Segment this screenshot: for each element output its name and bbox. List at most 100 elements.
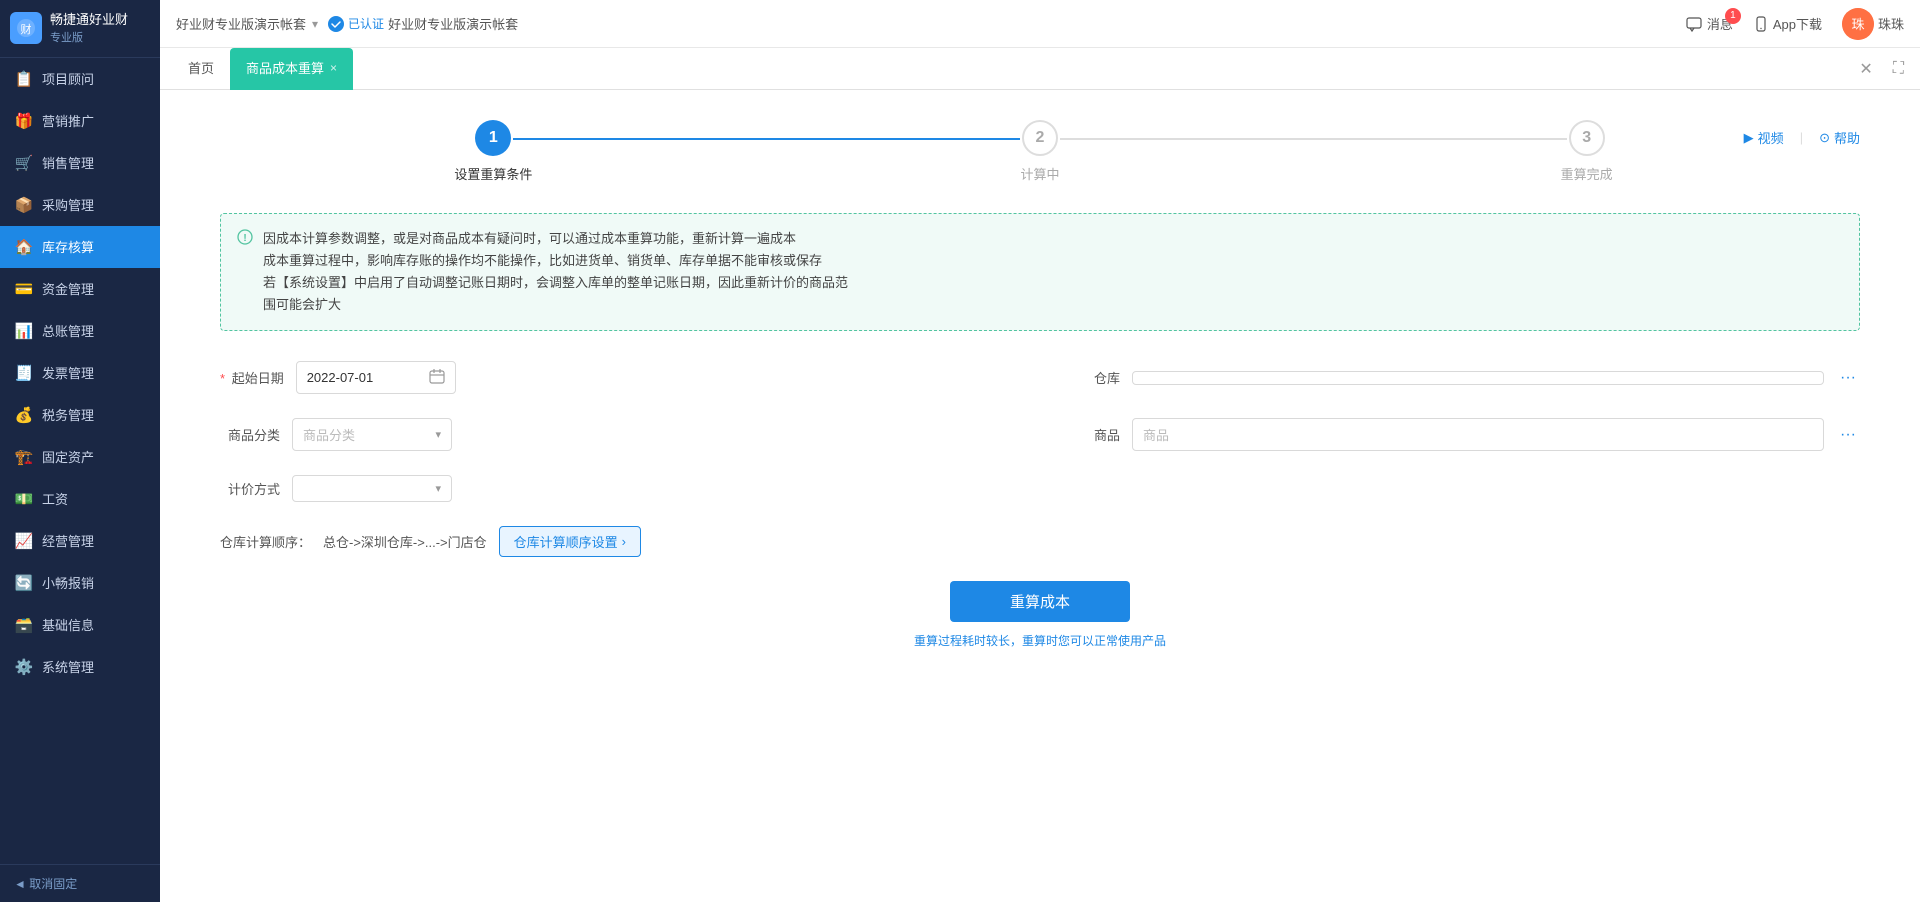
form-row-1: * 起始日期 2022-07-01 仓库 ··· — [220, 361, 1860, 394]
main-area: 好业财专业版演示帐套 ▾ 已认证 好业财专业版演示帐套 消息 1 App下载 — [160, 0, 1920, 902]
step-1-label: 设置重算条件 — [454, 164, 532, 183]
pricing-select[interactable]: ▾ — [292, 475, 452, 502]
tabbar: 首页 商品成本重算 × ✕ ⛶ — [160, 48, 1920, 90]
message-button[interactable]: 消息 1 — [1685, 14, 1733, 33]
sidebar-logo: 财 畅捷通好业财 专业版 — [0, 0, 160, 58]
cancel-fixed-button[interactable]: ◄ 取消固定 — [0, 864, 160, 902]
payroll-icon: 💵 — [14, 489, 34, 509]
sidebar-item-project[interactable]: 📋 项目顾问 — [0, 58, 160, 100]
step-2-label: 计算中 — [1021, 164, 1060, 183]
start-date-group: * 起始日期 2022-07-01 — [220, 361, 1040, 394]
verified-icon — [328, 16, 344, 32]
category-select[interactable]: 商品分类 ▾ — [292, 418, 452, 451]
compute-section: 重算成本 重算过程耗时较长，重算时您可以正常使用产品 — [220, 581, 1860, 649]
system-icon: ⚙️ — [14, 657, 34, 677]
warehouse-order-value: 总仓->深圳仓库->...->门店仓 — [323, 532, 487, 551]
step-1: 1 设置重算条件 — [220, 120, 767, 183]
finance-icon: 💳 — [14, 279, 34, 299]
goods-label: 商品 — [1040, 425, 1120, 444]
goods-group: 商品 商品 ··· — [1040, 418, 1860, 451]
tab-cost-recalc[interactable]: 商品成本重算 × — [230, 48, 353, 90]
calendar-icon — [429, 368, 445, 387]
tab-close-window-icon[interactable]: ✕ — [1855, 55, 1876, 83]
project-icon: 📋 — [14, 69, 34, 89]
sales-icon: 🛒 — [14, 153, 34, 173]
sidebar-item-tax[interactable]: 💰 税务管理 — [0, 394, 160, 436]
pricing-label: 计价方式 — [220, 479, 280, 498]
compute-hint: 重算过程耗时较长，重算时您可以正常使用产品 — [914, 632, 1166, 649]
svg-text:!: ! — [243, 233, 246, 244]
logo-text: 畅捷通好业财 — [50, 12, 128, 29]
assets-icon: 🏗️ — [14, 447, 34, 467]
pricing-group: 计价方式 ▾ — [220, 475, 1040, 502]
step-2-line — [1060, 138, 1567, 140]
user-avatar[interactable]: 珠 珠珠 — [1842, 8, 1904, 40]
sidebar-item-payroll[interactable]: 💵 工资 — [0, 478, 160, 520]
account-selector[interactable]: 好业财专业版演示帐套 ▾ — [176, 14, 318, 33]
goods-input[interactable]: 商品 — [1132, 418, 1824, 451]
help-link[interactable]: ⊙ 帮助 — [1819, 128, 1860, 147]
message-icon — [1685, 15, 1703, 33]
warehouse-input[interactable] — [1132, 371, 1824, 385]
marketing-icon: 🎁 — [14, 111, 34, 131]
sidebar: 财 畅捷通好业财 专业版 📋 项目顾问 🎁 营销推广 🛒 销售管理 📦 采购管理… — [0, 0, 160, 902]
tab-home[interactable]: 首页 — [172, 48, 230, 90]
warehouse-order-label: 仓库计算顺序： — [220, 532, 311, 551]
category-chevron-icon: ▾ — [435, 428, 441, 441]
tab-close-icon[interactable]: × — [330, 61, 337, 75]
start-date-label: * 起始日期 — [220, 368, 284, 387]
steps-container: 1 设置重算条件 2 计算中 3 重算完成 ▶ — [160, 120, 1920, 183]
warehouse-order-settings-button[interactable]: 仓库计算顺序设置 › — [499, 526, 641, 557]
sidebar-item-invoice[interactable]: 🧾 发票管理 — [0, 352, 160, 394]
warehouse-group: 仓库 ··· — [1040, 365, 1860, 391]
help-links: ▶ 视频 | ⊙ 帮助 — [1744, 128, 1860, 147]
tax-icon: 💰 — [14, 405, 34, 425]
form-area: * 起始日期 2022-07-01 仓库 ··· — [220, 361, 1860, 649]
ledger-icon: 📊 — [14, 321, 34, 341]
warehouse-dots-button[interactable]: ··· — [1836, 365, 1860, 391]
tab-expand-icon[interactable]: ⛶ — [1889, 56, 1908, 82]
sidebar-item-basic[interactable]: 🗃️ 基础信息 — [0, 604, 160, 646]
compute-button[interactable]: 重算成本 — [950, 581, 1130, 622]
help-circle-icon: ⊙ — [1819, 130, 1830, 146]
sidebar-item-expense[interactable]: 🔄 小畅报销 — [0, 562, 160, 604]
video-link[interactable]: ▶ 视频 — [1744, 128, 1784, 147]
operation-icon: 📈 — [14, 531, 34, 551]
warehouse-order-row: 仓库计算顺序： 总仓->深圳仓库->...->门店仓 仓库计算顺序设置 › — [220, 526, 1860, 557]
video-icon: ▶ — [1744, 130, 1754, 146]
sidebar-item-ledger[interactable]: 📊 总账管理 — [0, 310, 160, 352]
app-download-button[interactable]: App下载 — [1753, 14, 1822, 33]
avatar: 珠 — [1842, 8, 1874, 40]
info-text: 因成本计算参数调整，或是对商品成本有疑问时，可以通过成本重算功能，重新计算一遍成… — [263, 228, 848, 316]
phone-icon — [1753, 16, 1769, 32]
category-label: 商品分类 — [220, 425, 280, 444]
step-1-circle: 1 — [475, 120, 511, 156]
sidebar-item-marketing[interactable]: 🎁 营销推广 — [0, 100, 160, 142]
sidebar-item-finance[interactable]: 💳 资金管理 — [0, 268, 160, 310]
pricing-chevron-icon: ▾ — [435, 482, 441, 495]
account-chevron-icon: ▾ — [312, 17, 318, 31]
warehouse-label: 仓库 — [1040, 368, 1120, 387]
info-box: ! 因成本计算参数调整，或是对商品成本有疑问时，可以通过成本重算功能，重新计算一… — [220, 213, 1860, 331]
sidebar-item-operation[interactable]: 📈 经营管理 — [0, 520, 160, 562]
sidebar-item-inventory[interactable]: 🏠 库存核算 — [0, 226, 160, 268]
warehouse-order-arrow-icon: › — [622, 534, 626, 549]
sidebar-nav: 📋 项目顾问 🎁 营销推广 🛒 销售管理 📦 采购管理 🏠 库存核算 💳 资金管… — [0, 58, 160, 864]
step-1-line — [513, 138, 1020, 140]
info-icon: ! — [237, 229, 253, 316]
sidebar-item-purchase[interactable]: 📦 采购管理 — [0, 184, 160, 226]
tabbar-actions: ✕ ⛶ — [1855, 55, 1908, 83]
message-badge: 1 — [1725, 8, 1741, 24]
goods-dots-button[interactable]: ··· — [1836, 422, 1860, 448]
logo-sub: 专业版 — [50, 29, 128, 45]
sidebar-item-sales[interactable]: 🛒 销售管理 — [0, 142, 160, 184]
verified-badge: 已认证 好业财专业版演示帐套 — [328, 14, 518, 33]
inventory-icon: 🏠 — [14, 237, 34, 257]
form-row-3: 计价方式 ▾ — [220, 475, 1860, 502]
sidebar-item-assets[interactable]: 🏗️ 固定资产 — [0, 436, 160, 478]
step-2: 2 计算中 — [767, 120, 1314, 183]
form-row-2: 商品分类 商品分类 ▾ 商品 商品 ··· — [220, 418, 1860, 451]
sidebar-item-system[interactable]: ⚙️ 系统管理 — [0, 646, 160, 688]
step-3-circle: 3 — [1569, 120, 1605, 156]
start-date-input[interactable]: 2022-07-01 — [296, 361, 456, 394]
